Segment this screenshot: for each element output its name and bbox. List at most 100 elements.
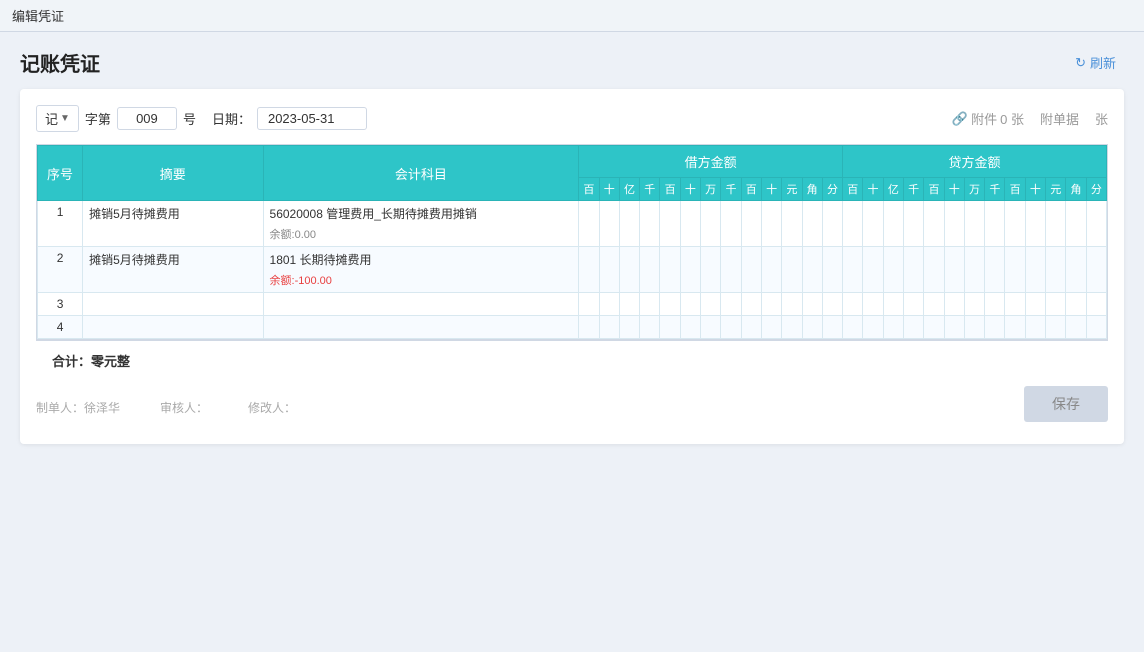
row-4-debit-5[interactable] bbox=[680, 316, 700, 339]
row-2-credit-10[interactable] bbox=[1046, 247, 1066, 293]
row-2-debit-3[interactable] bbox=[640, 247, 660, 293]
row-1-debit-2[interactable] bbox=[619, 201, 639, 247]
row-3-credit-3[interactable] bbox=[904, 293, 924, 316]
row-4-debit-9[interactable] bbox=[761, 316, 781, 339]
row-3-credit-10[interactable] bbox=[1046, 293, 1066, 316]
row-1-debit-1[interactable] bbox=[599, 201, 619, 247]
row-4-credit-3[interactable] bbox=[904, 316, 924, 339]
row-3-debit-1[interactable] bbox=[599, 293, 619, 316]
row-4-credit-10[interactable] bbox=[1046, 316, 1066, 339]
row-2-debit-2[interactable] bbox=[619, 247, 639, 293]
row-2-account[interactable]: 1801 长期待摊费用余额:-100.00 bbox=[263, 247, 579, 293]
row-1-debit-4[interactable] bbox=[660, 201, 680, 247]
row-3-credit-0[interactable] bbox=[843, 293, 863, 316]
row-3-debit-6[interactable] bbox=[701, 293, 721, 316]
row-1-summary[interactable]: 摊销5月待摊费用 bbox=[83, 201, 263, 247]
row-3-credit-11[interactable] bbox=[1066, 293, 1086, 316]
row-2-credit-11[interactable] bbox=[1066, 247, 1086, 293]
row-1-credit-3[interactable] bbox=[904, 201, 924, 247]
row-4-debit-11[interactable] bbox=[802, 316, 822, 339]
row-3-debit-8[interactable] bbox=[741, 293, 761, 316]
row-1-credit-11[interactable] bbox=[1066, 201, 1086, 247]
row-3-debit-3[interactable] bbox=[640, 293, 660, 316]
row-1-account[interactable]: 56020008 管理费用_长期待摊费用摊销余额:0.00 bbox=[263, 201, 579, 247]
row-1-credit-1[interactable] bbox=[863, 201, 883, 247]
row-2-credit-4[interactable] bbox=[924, 247, 944, 293]
row-2-summary[interactable]: 摊销5月待摊费用 bbox=[83, 247, 263, 293]
row-4-credit-11[interactable] bbox=[1066, 316, 1086, 339]
row-3-debit-2[interactable] bbox=[619, 293, 639, 316]
row-4-summary[interactable] bbox=[83, 316, 263, 339]
row-1-debit-11[interactable] bbox=[802, 201, 822, 247]
row-4-debit-6[interactable] bbox=[701, 316, 721, 339]
row-2-credit-6[interactable] bbox=[964, 247, 984, 293]
row-4-credit-2[interactable] bbox=[883, 316, 903, 339]
row-2-credit-3[interactable] bbox=[904, 247, 924, 293]
row-2-credit-1[interactable] bbox=[863, 247, 883, 293]
row-2-credit-8[interactable] bbox=[1005, 247, 1025, 293]
row-4-debit-4[interactable] bbox=[660, 316, 680, 339]
row-3-credit-1[interactable] bbox=[863, 293, 883, 316]
row-3-debit-12[interactable] bbox=[822, 293, 842, 316]
row-3-debit-11[interactable] bbox=[802, 293, 822, 316]
row-4-debit-10[interactable] bbox=[782, 316, 802, 339]
row-2-credit-2[interactable] bbox=[883, 247, 903, 293]
row-4-credit-5[interactable] bbox=[944, 316, 964, 339]
row-2-debit-1[interactable] bbox=[599, 247, 619, 293]
row-3-debit-7[interactable] bbox=[721, 293, 741, 316]
row-1-debit-8[interactable] bbox=[741, 201, 761, 247]
row-3-debit-9[interactable] bbox=[761, 293, 781, 316]
row-3-credit-6[interactable] bbox=[964, 293, 984, 316]
row-2-debit-10[interactable] bbox=[782, 247, 802, 293]
row-2-credit-0[interactable] bbox=[843, 247, 863, 293]
row-2-debit-7[interactable] bbox=[721, 247, 741, 293]
row-1-credit-2[interactable] bbox=[883, 201, 903, 247]
row-2-debit-9[interactable] bbox=[761, 247, 781, 293]
row-1-credit-7[interactable] bbox=[985, 201, 1005, 247]
row-1-credit-10[interactable] bbox=[1046, 201, 1066, 247]
row-1-credit-8[interactable] bbox=[1005, 201, 1025, 247]
row-2-debit-12[interactable] bbox=[822, 247, 842, 293]
row-2-credit-12[interactable] bbox=[1086, 247, 1106, 293]
row-1-credit-6[interactable] bbox=[964, 201, 984, 247]
row-4-credit-12[interactable] bbox=[1086, 316, 1106, 339]
row-4-debit-7[interactable] bbox=[721, 316, 741, 339]
row-3-credit-12[interactable] bbox=[1086, 293, 1106, 316]
row-2-credit-7[interactable] bbox=[985, 247, 1005, 293]
row-1-debit-6[interactable] bbox=[701, 201, 721, 247]
row-3-credit-2[interactable] bbox=[883, 293, 903, 316]
row-3-debit-4[interactable] bbox=[660, 293, 680, 316]
row-4-credit-8[interactable] bbox=[1005, 316, 1025, 339]
row-4-credit-4[interactable] bbox=[924, 316, 944, 339]
row-4-debit-1[interactable] bbox=[599, 316, 619, 339]
row-1-credit-9[interactable] bbox=[1025, 201, 1045, 247]
row-3-credit-9[interactable] bbox=[1025, 293, 1045, 316]
attachment-link[interactable]: 🔗 附件 0 张 bbox=[952, 109, 1024, 128]
row-1-debit-9[interactable] bbox=[761, 201, 781, 247]
row-4-credit-6[interactable] bbox=[964, 316, 984, 339]
row-3-credit-5[interactable] bbox=[944, 293, 964, 316]
row-1-debit-3[interactable] bbox=[640, 201, 660, 247]
row-4-credit-0[interactable] bbox=[843, 316, 863, 339]
row-3-account[interactable] bbox=[263, 293, 579, 316]
row-1-credit-0[interactable] bbox=[843, 201, 863, 247]
save-button[interactable]: 保存 bbox=[1024, 386, 1108, 422]
row-3-debit-5[interactable] bbox=[680, 293, 700, 316]
date-input[interactable] bbox=[257, 107, 367, 130]
row-4-debit-0[interactable] bbox=[579, 316, 599, 339]
row-3-debit-10[interactable] bbox=[782, 293, 802, 316]
row-4-credit-7[interactable] bbox=[985, 316, 1005, 339]
type-select[interactable]: 记 ▼ bbox=[36, 105, 79, 132]
row-1-debit-10[interactable] bbox=[782, 201, 802, 247]
row-3-credit-7[interactable] bbox=[985, 293, 1005, 316]
row-1-credit-12[interactable] bbox=[1086, 201, 1106, 247]
row-4-debit-12[interactable] bbox=[822, 316, 842, 339]
row-1-debit-12[interactable] bbox=[822, 201, 842, 247]
row-2-debit-4[interactable] bbox=[660, 247, 680, 293]
row-2-debit-6[interactable] bbox=[701, 247, 721, 293]
row-1-credit-4[interactable] bbox=[924, 201, 944, 247]
row-2-debit-8[interactable] bbox=[741, 247, 761, 293]
row-2-debit-0[interactable] bbox=[579, 247, 599, 293]
row-3-credit-4[interactable] bbox=[924, 293, 944, 316]
row-2-credit-9[interactable] bbox=[1025, 247, 1045, 293]
